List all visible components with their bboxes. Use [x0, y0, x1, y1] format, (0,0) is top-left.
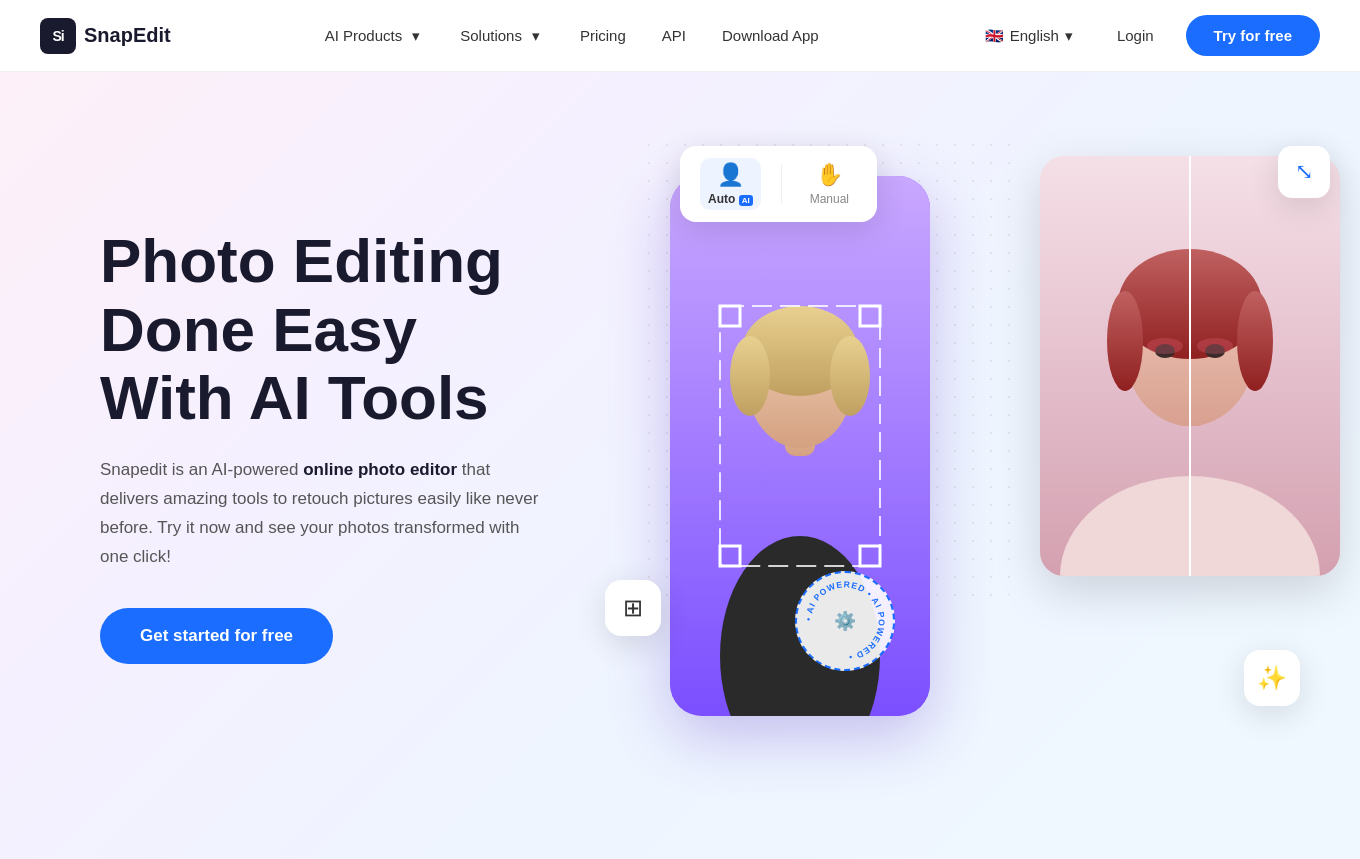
layout-card[interactable]: ⊞: [605, 580, 661, 636]
expand-card[interactable]: ⤡: [1278, 146, 1330, 198]
manual-option[interactable]: ✋ Manual: [802, 158, 857, 210]
logo-icon: Si: [40, 18, 76, 54]
manual-icon: ✋: [816, 162, 843, 188]
flag-icon: 🇬🇧: [985, 27, 1004, 45]
magic-wand-card[interactable]: ✨: [1244, 650, 1300, 706]
logo-name: SnapEdit: [84, 24, 171, 47]
language-selector[interactable]: 🇬🇧 English ▾: [973, 19, 1085, 53]
hero-title: Photo Editing Done Easy With AI Tools: [100, 227, 620, 432]
svg-text:• AI POWERED • AI POWERED •: • AI POWERED • AI POWERED •: [803, 579, 886, 662]
magic-wand-icon: ✨: [1257, 664, 1287, 692]
svg-point-17: [1237, 291, 1273, 391]
hero-description: Snapedit is an AI-powered online photo e…: [100, 456, 540, 572]
right-portrait-svg: [1040, 156, 1340, 576]
circular-text-svg: • AI POWERED • AI POWERED •: [797, 573, 893, 669]
svg-point-21: [1147, 338, 1183, 354]
hero-illustration: 👤 Auto AI ✋ Manual ⤡ ⊞ ✨: [620, 126, 1320, 766]
auto-option[interactable]: 👤 Auto AI: [700, 158, 761, 210]
chevron-down-icon: ▾: [408, 28, 424, 44]
nav-right: 🇬🇧 English ▾ Login Try for free: [973, 15, 1320, 56]
right-portrait: [1040, 156, 1340, 576]
layout-icon: ⊞: [623, 594, 643, 622]
nav-item-download[interactable]: Download App: [708, 19, 833, 52]
nav-item-products[interactable]: AI Products ▾: [311, 19, 439, 52]
nav-item-pricing[interactable]: Pricing: [566, 19, 640, 52]
svg-point-18: [1107, 291, 1143, 391]
svg-point-22: [1197, 338, 1233, 354]
hero-section: Photo Editing Done Easy With AI Tools Sn…: [0, 72, 1360, 859]
card-divider: [781, 164, 782, 204]
get-started-button[interactable]: Get started for free: [100, 608, 333, 664]
auto-icon: 👤: [717, 162, 744, 188]
ai-powered-badge: • AI POWERED • AI POWERED • ⚙️: [795, 571, 895, 671]
ai-badge-small: AI: [739, 195, 753, 206]
svg-point-6: [830, 336, 870, 416]
expand-icon: ⤡: [1295, 159, 1313, 185]
ai-powered-circle: • AI POWERED • AI POWERED • ⚙️: [795, 571, 895, 671]
auto-manual-card[interactable]: 👤 Auto AI ✋ Manual: [680, 146, 877, 222]
nav-item-api[interactable]: API: [648, 19, 700, 52]
svg-point-5: [730, 336, 770, 416]
logo-link[interactable]: Si SnapEdit: [40, 18, 171, 54]
hero-content: Photo Editing Done Easy With AI Tools Sn…: [100, 227, 620, 663]
try-for-free-button[interactable]: Try for free: [1186, 15, 1320, 56]
chevron-down-icon: ▾: [1065, 27, 1073, 45]
nav-links: AI Products ▾ Solutions ▾ Pricing API Do…: [311, 19, 833, 52]
chevron-down-icon: ▾: [528, 28, 544, 44]
login-button[interactable]: Login: [1101, 19, 1170, 52]
navigation: Si SnapEdit AI Products ▾ Solutions ▾ Pr…: [0, 0, 1360, 72]
nav-item-solutions[interactable]: Solutions ▾: [446, 19, 558, 52]
